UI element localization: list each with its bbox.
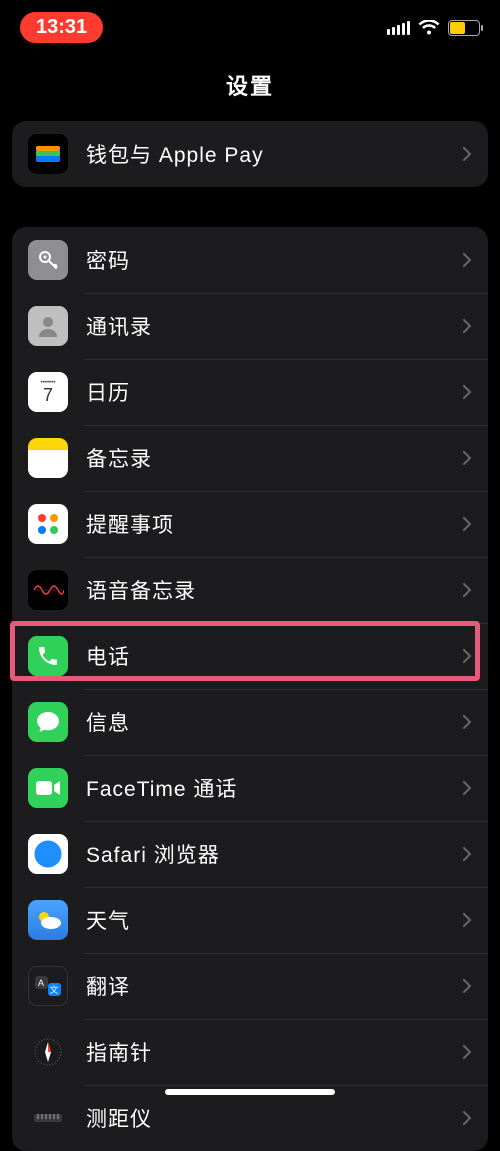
key-icon <box>28 240 68 280</box>
svg-text:文: 文 <box>49 984 58 995</box>
phone-icon <box>28 636 68 676</box>
chevron-right-icon <box>462 450 472 466</box>
row-translate[interactable]: A文 翻译 <box>12 953 488 1019</box>
row-facetime[interactable]: FaceTime 通话 <box>12 755 488 821</box>
chevron-right-icon <box>462 1110 472 1126</box>
row-label: 通讯录 <box>86 311 462 341</box>
status-bar: 13:31 <box>0 0 500 55</box>
row-voicememo[interactable]: 语音备忘录 <box>12 557 488 623</box>
row-reminders[interactable]: 提醒事项 <box>12 491 488 557</box>
page-title: 设置 <box>0 55 500 121</box>
row-compass[interactable]: 指南针 <box>12 1019 488 1085</box>
reminders-icon <box>28 504 68 544</box>
status-right <box>387 20 480 36</box>
row-messages[interactable]: 信息 <box>12 689 488 755</box>
svg-text:A: A <box>38 978 44 988</box>
settings-group: 密码 通讯录 •••••••7 日历 备忘录 提醒事项 语音备忘录 <box>12 227 488 1151</box>
battery-icon <box>448 20 480 36</box>
notes-icon <box>28 438 68 478</box>
facetime-icon <box>28 768 68 808</box>
contacts-icon <box>28 306 68 346</box>
row-label: 密码 <box>86 245 462 275</box>
chevron-right-icon <box>462 780 472 796</box>
messages-icon <box>28 702 68 742</box>
weather-icon <box>28 900 68 940</box>
row-label: 指南针 <box>86 1037 462 1067</box>
row-label: FaceTime 通话 <box>86 773 462 803</box>
translate-icon: A文 <box>28 966 68 1006</box>
wallet-icon <box>28 134 68 174</box>
row-label: 电话 <box>86 641 462 671</box>
recording-time-pill[interactable]: 13:31 <box>20 12 103 43</box>
row-label: 信息 <box>86 707 462 737</box>
chevron-right-icon <box>462 252 472 268</box>
chevron-right-icon <box>462 714 472 730</box>
row-label: 天气 <box>86 905 462 935</box>
row-wallet[interactable]: 钱包与 Apple Pay <box>12 121 488 187</box>
row-passwords[interactable]: 密码 <box>12 227 488 293</box>
chevron-right-icon <box>462 648 472 664</box>
calendar-icon: •••••••7 <box>28 372 68 412</box>
chevron-right-icon <box>462 146 472 162</box>
row-contacts[interactable]: 通讯录 <box>12 293 488 359</box>
chevron-right-icon <box>462 516 472 532</box>
row-label: 语音备忘录 <box>86 575 462 605</box>
chevron-right-icon <box>462 1044 472 1060</box>
settings-group: 钱包与 Apple Pay <box>12 121 488 187</box>
chevron-right-icon <box>462 318 472 334</box>
safari-icon <box>28 834 68 874</box>
compass-icon <box>28 1032 68 1072</box>
row-label: Safari 浏览器 <box>86 839 462 869</box>
wifi-icon <box>418 20 440 36</box>
measure-icon <box>28 1098 68 1138</box>
home-indicator[interactable] <box>165 1089 335 1095</box>
cellular-signal-icon <box>387 21 410 35</box>
row-label: 提醒事项 <box>86 509 462 539</box>
chevron-right-icon <box>462 582 472 598</box>
row-label: 翻译 <box>86 971 462 1001</box>
row-notes[interactable]: 备忘录 <box>12 425 488 491</box>
row-label: 备忘录 <box>86 443 462 473</box>
chevron-right-icon <box>462 846 472 862</box>
chevron-right-icon <box>462 912 472 928</box>
row-calendar[interactable]: •••••••7 日历 <box>12 359 488 425</box>
row-label: 日历 <box>86 377 462 407</box>
chevron-right-icon <box>462 384 472 400</box>
row-label: 钱包与 Apple Pay <box>86 139 462 169</box>
row-weather[interactable]: 天气 <box>12 887 488 953</box>
row-safari[interactable]: Safari 浏览器 <box>12 821 488 887</box>
row-label: 测距仪 <box>86 1103 462 1133</box>
voicememo-icon <box>28 570 68 610</box>
row-phone[interactable]: 电话 <box>12 623 488 689</box>
chevron-right-icon <box>462 978 472 994</box>
